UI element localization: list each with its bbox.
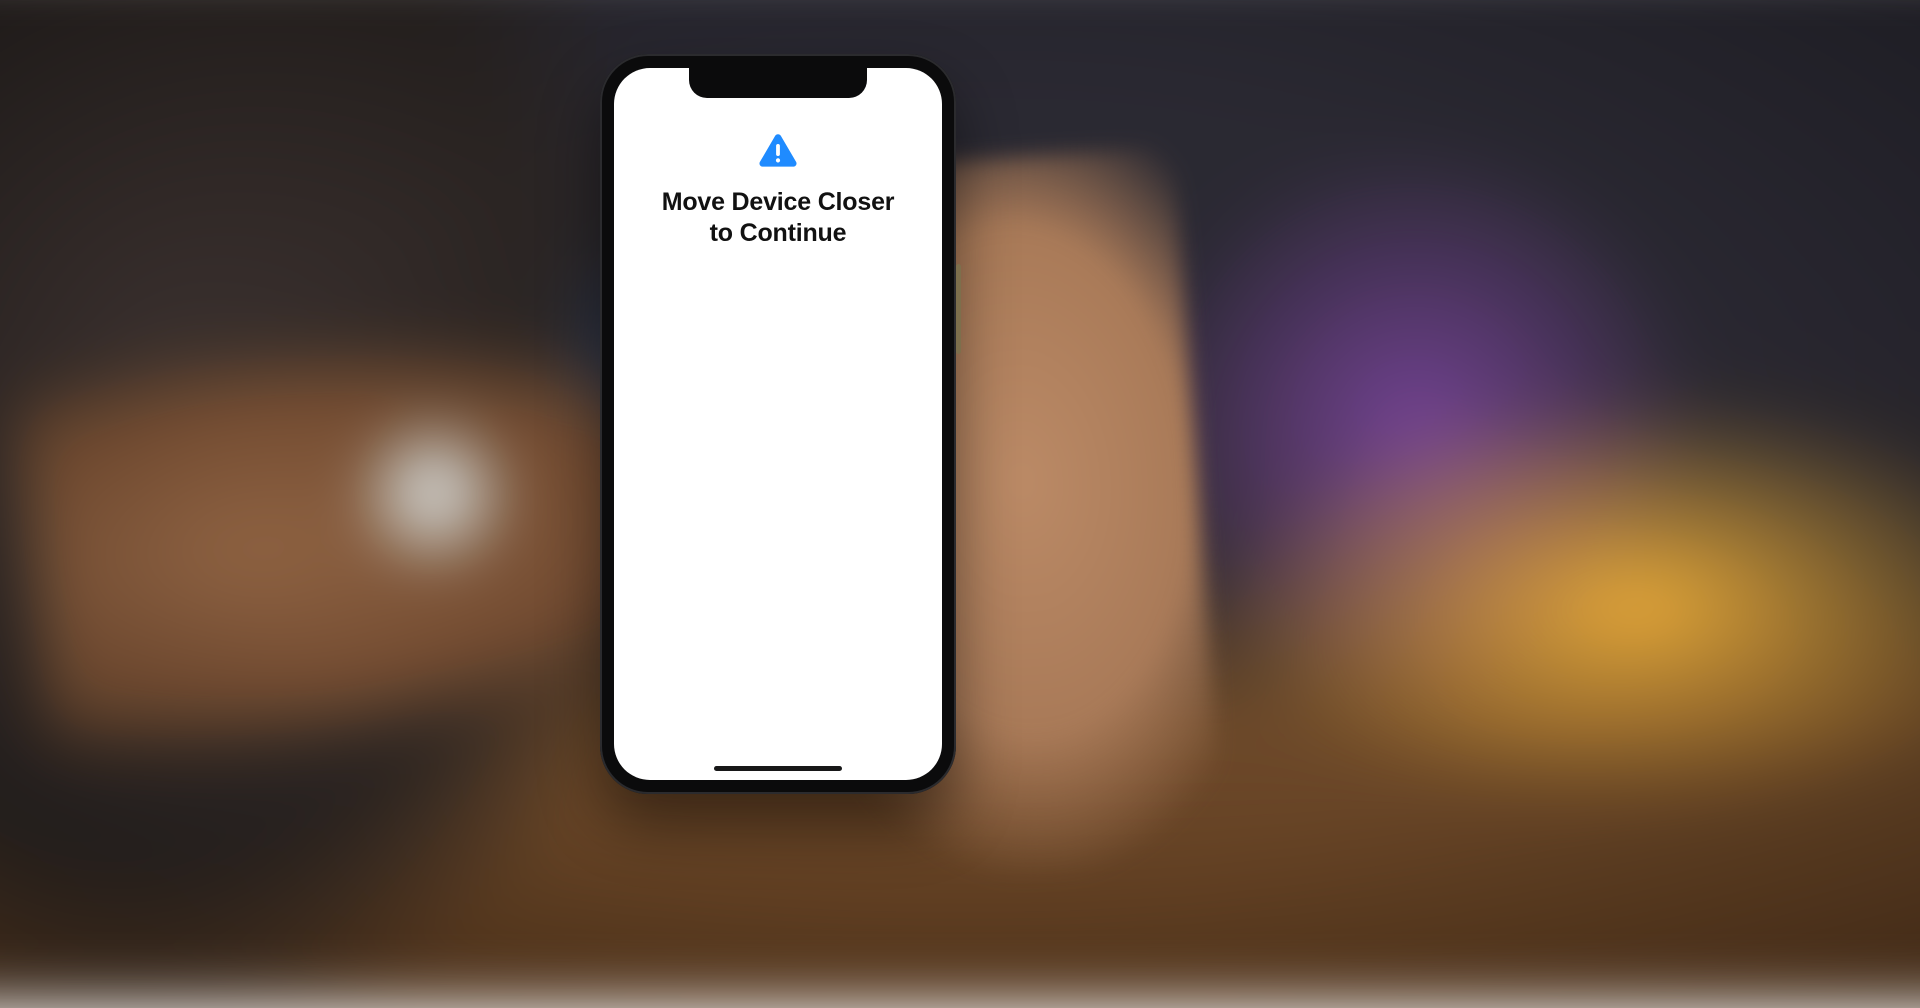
prompt-title: Move Device Closer to Continue	[634, 187, 923, 250]
prompt-title-line-2: to Continue	[710, 219, 847, 247]
device-side-button	[956, 264, 961, 354]
device-screen: Move Device Closer to Continue	[614, 68, 942, 780]
iphone-device-frame: Move Device Closer to Continue	[600, 54, 956, 794]
home-indicator	[714, 766, 842, 771]
prompt-title-line-1: Move Device Closer	[662, 188, 895, 216]
proximity-prompt: Move Device Closer to Continue	[614, 68, 942, 780]
device-notch	[689, 68, 867, 98]
warning-triangle-icon	[758, 132, 798, 173]
